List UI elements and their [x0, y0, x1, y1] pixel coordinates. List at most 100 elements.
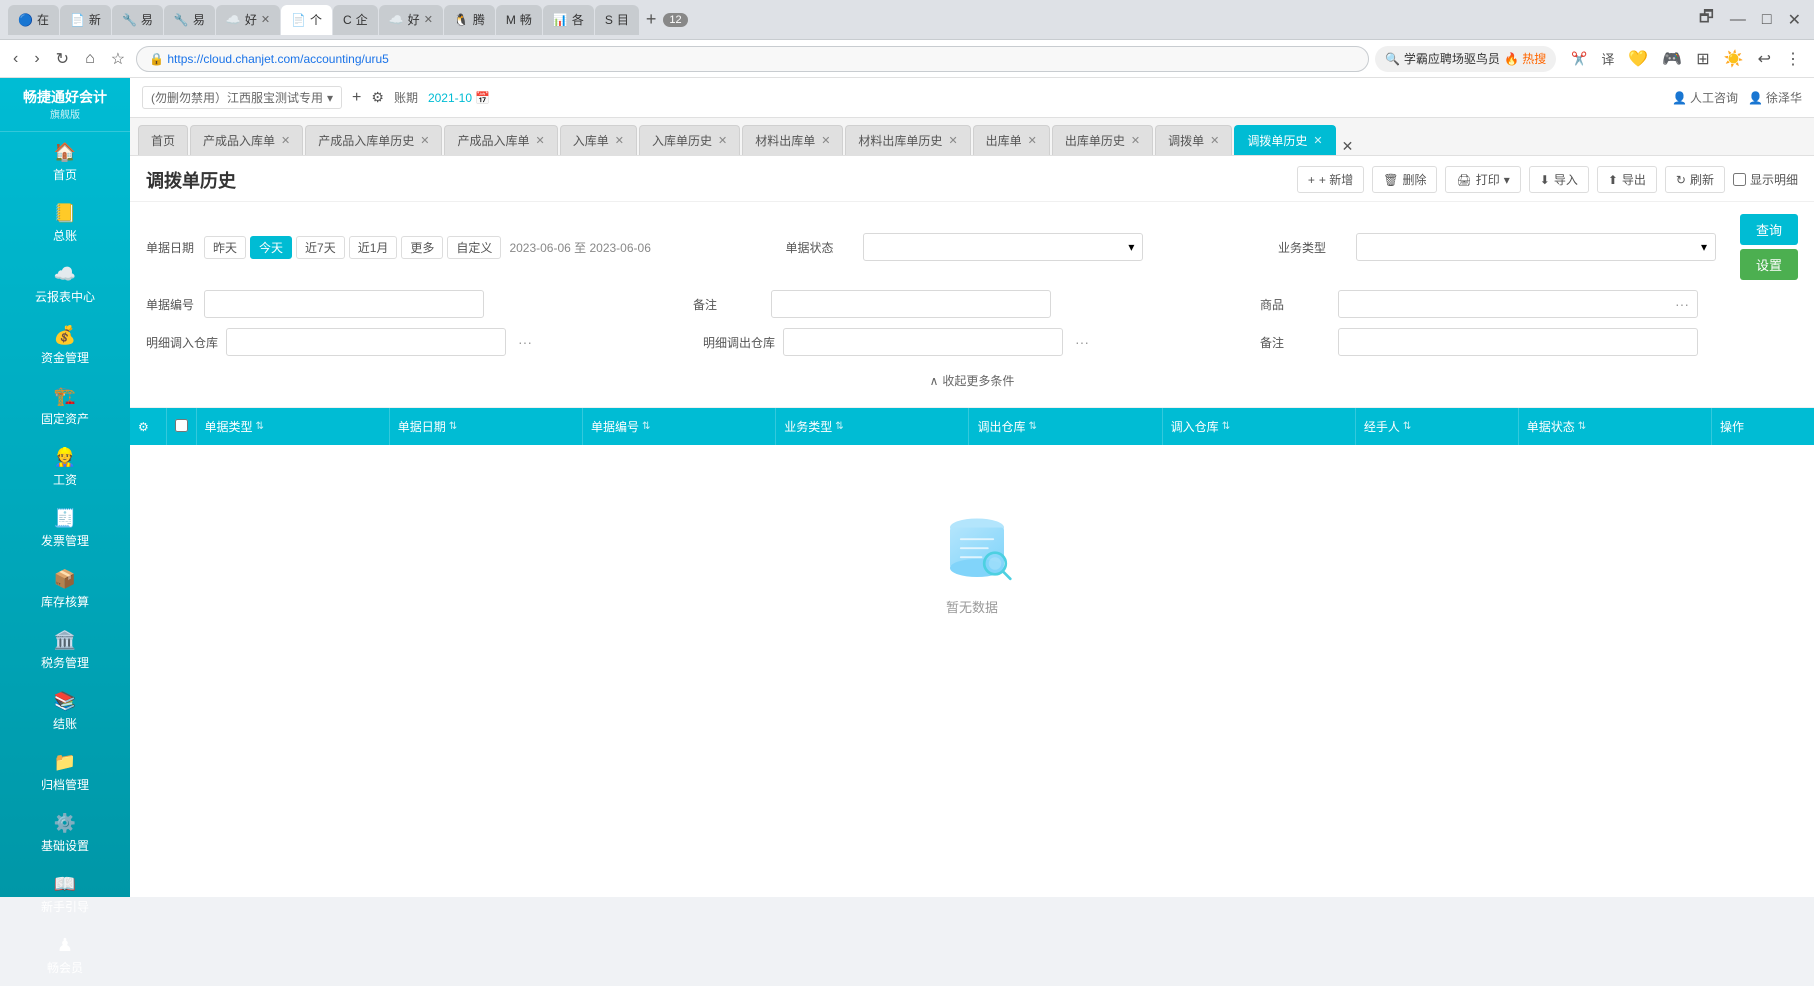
- th-out-warehouse[interactable]: 调出仓库 ⇅: [969, 408, 1162, 445]
- menu-button[interactable]: ⋮: [1780, 47, 1806, 71]
- tab-close-icon[interactable]: ✕: [281, 134, 290, 147]
- sidebar-item-invoice[interactable]: 🧾 发票管理: [0, 498, 130, 559]
- back-button[interactable]: ‹: [8, 48, 23, 70]
- detail-out-dots[interactable]: ···: [1075, 334, 1089, 350]
- address-bar[interactable]: 🔒 https://cloud.chanjet.com/accounting/u…: [136, 46, 1369, 72]
- th-doc-date[interactable]: 单据日期 ⇅: [389, 408, 582, 445]
- browser-tab-9[interactable]: 🐧 腾: [444, 5, 495, 35]
- goods-select[interactable]: ···: [1338, 290, 1698, 318]
- sidebar-item-inventory[interactable]: 📦 库存核算: [0, 559, 130, 620]
- restore-button[interactable]: 🗗: [1694, 4, 1719, 35]
- tab-transfer[interactable]: 调拨单 ✕: [1155, 125, 1232, 155]
- th-doc-no[interactable]: 单据编号 ⇅: [582, 408, 775, 445]
- brightness-button[interactable]: ☀️: [1719, 47, 1749, 71]
- biz-type-select[interactable]: ▾: [1356, 233, 1716, 261]
- minimize-button[interactable]: —: [1725, 4, 1751, 35]
- tab-close-icon[interactable]: ✕: [615, 134, 624, 147]
- sidebar-item-basic-settings[interactable]: ⚙️ 基础设置: [0, 803, 130, 864]
- sidebar-item-close-account[interactable]: 📚 结账: [0, 681, 130, 742]
- browser-tab-11[interactable]: 📊 各: [543, 5, 594, 35]
- games-button[interactable]: 🎮: [1657, 47, 1687, 71]
- sidebar-item-fixed-assets[interactable]: 🏗️ 固定资产: [0, 376, 130, 437]
- new-record-button[interactable]: + + 新增: [1297, 166, 1364, 193]
- tab-inbound[interactable]: 入库单 ✕: [560, 125, 637, 155]
- tab-close-icon[interactable]: ✕: [718, 134, 727, 147]
- close-all-tabs-button[interactable]: ✕: [1342, 138, 1354, 155]
- tab-close-icon[interactable]: ✕: [536, 134, 545, 147]
- remark-input[interactable]: [771, 290, 1051, 318]
- sidebar-item-ledger[interactable]: 📒 总账: [0, 193, 130, 254]
- month-btn[interactable]: 近1月: [349, 236, 398, 259]
- user-info[interactable]: 👤 徐泽华: [1748, 89, 1802, 106]
- tab-material-outbound[interactable]: 材料出库单 ✕: [742, 125, 843, 155]
- close-window-button[interactable]: ✕: [1783, 4, 1806, 35]
- sidebar-item-payroll[interactable]: 👷 工资: [0, 437, 130, 498]
- th-settings[interactable]: ⚙: [130, 408, 166, 445]
- yesterday-btn[interactable]: 昨天: [204, 236, 246, 259]
- delete-button[interactable]: 🗑 删除: [1372, 166, 1437, 193]
- new-tab-button[interactable]: +: [640, 9, 663, 30]
- browser-tab-5[interactable]: ☁️ 好 ✕: [216, 5, 280, 35]
- filter-setting-button[interactable]: 设置: [1740, 249, 1798, 280]
- customer-service-button[interactable]: 👤 人工咨询: [1672, 89, 1738, 106]
- tab-close-icon[interactable]: ✕: [1313, 134, 1322, 147]
- th-in-warehouse[interactable]: 调入仓库 ⇅: [1162, 408, 1355, 445]
- tab-close-icon[interactable]: ✕: [261, 13, 270, 26]
- select-all-checkbox[interactable]: [175, 419, 188, 432]
- tab-product-inbound[interactable]: 产成品入库单 ✕: [190, 125, 303, 155]
- tab-close-icon[interactable]: ✕: [1131, 134, 1140, 147]
- more-date-btn[interactable]: 更多: [401, 236, 443, 259]
- settings-icon-button[interactable]: ⚙: [371, 89, 384, 106]
- reload-button[interactable]: ↻: [51, 47, 74, 71]
- sidebar-item-guide[interactable]: 📖 新手引导: [0, 864, 130, 925]
- browser-tab-2[interactable]: 📄 新: [60, 5, 111, 35]
- browser-tab-8[interactable]: ☁️ 好 ✕: [379, 5, 443, 35]
- browser-tab-3[interactable]: 🔧 易: [112, 5, 163, 35]
- today-btn[interactable]: 今天: [250, 236, 292, 259]
- tab-close-icon[interactable]: ✕: [424, 13, 433, 26]
- sidebar-item-tax[interactable]: 🏛️ 税务管理: [0, 620, 130, 681]
- maximize-button[interactable]: □: [1757, 4, 1777, 35]
- th-doc-status[interactable]: 单据状态 ⇅: [1518, 408, 1711, 445]
- tab-product-inbound-history[interactable]: 产成品入库单历史 ✕: [305, 125, 442, 155]
- th-checkbox[interactable]: [166, 408, 196, 445]
- tab-close-icon[interactable]: ✕: [420, 134, 429, 147]
- detail-in-input[interactable]: [226, 328, 506, 356]
- undo-button[interactable]: ↩: [1753, 47, 1776, 71]
- sidebar-item-home[interactable]: 🏠 首页: [0, 132, 130, 193]
- tab-material-outbound-history[interactable]: 材料出库单历史 ✕: [845, 125, 970, 155]
- add-company-button[interactable]: +: [352, 89, 361, 107]
- week-btn[interactable]: 近7天: [296, 236, 345, 259]
- goods-dots[interactable]: ···: [1675, 296, 1689, 312]
- company-selector[interactable]: (勿删勿禁用）江西服宝测试专用 ▾: [142, 86, 342, 109]
- browser-tab-1[interactable]: 🔵 在: [8, 5, 59, 35]
- tab-close-icon[interactable]: ✕: [821, 134, 830, 147]
- tab-close-icon[interactable]: ✕: [1210, 134, 1219, 147]
- search-button[interactable]: 查询: [1740, 214, 1798, 245]
- period-value[interactable]: 2021-10 📅: [428, 91, 490, 105]
- browser-tab-4[interactable]: 🔧 易: [164, 5, 215, 35]
- collapse-more[interactable]: ∧ 收起更多条件: [146, 366, 1798, 395]
- tab-outbound-history[interactable]: 出库单历史 ✕: [1052, 125, 1153, 155]
- sidebar-item-archive[interactable]: 📁 归档管理: [0, 742, 130, 803]
- refresh-button[interactable]: ↻ 刷新: [1665, 166, 1725, 193]
- tab-home[interactable]: 首页: [138, 125, 188, 155]
- export-button[interactable]: ⬆ 导出: [1597, 166, 1657, 193]
- browser-tab-7[interactable]: C 企: [333, 5, 378, 35]
- tab-close-icon[interactable]: ✕: [1028, 134, 1037, 147]
- wallet-button[interactable]: 💛: [1623, 47, 1653, 71]
- import-button[interactable]: ⬇ 导入: [1529, 166, 1589, 193]
- extensions-button[interactable]: ✂️: [1566, 47, 1592, 71]
- detail-in-dots[interactable]: ···: [518, 334, 532, 350]
- tab-outbound[interactable]: 出库单 ✕: [973, 125, 1050, 155]
- sidebar-item-member[interactable]: ♟ 畅会员: [0, 925, 130, 986]
- sidebar-item-capital[interactable]: 💰 资金管理: [0, 315, 130, 376]
- settings-gear-icon[interactable]: ⚙: [138, 420, 149, 434]
- display-checkbox[interactable]: [1733, 173, 1746, 186]
- forward-button[interactable]: ›: [29, 48, 44, 70]
- tab-transfer-history[interactable]: 调拨单历史 ✕: [1234, 125, 1335, 155]
- grid-button[interactable]: ⊞: [1691, 47, 1714, 71]
- display-option[interactable]: 显示明细: [1733, 171, 1798, 188]
- detail-out-input[interactable]: [783, 328, 1063, 356]
- browser-tab-10[interactable]: M 畅: [496, 5, 542, 35]
